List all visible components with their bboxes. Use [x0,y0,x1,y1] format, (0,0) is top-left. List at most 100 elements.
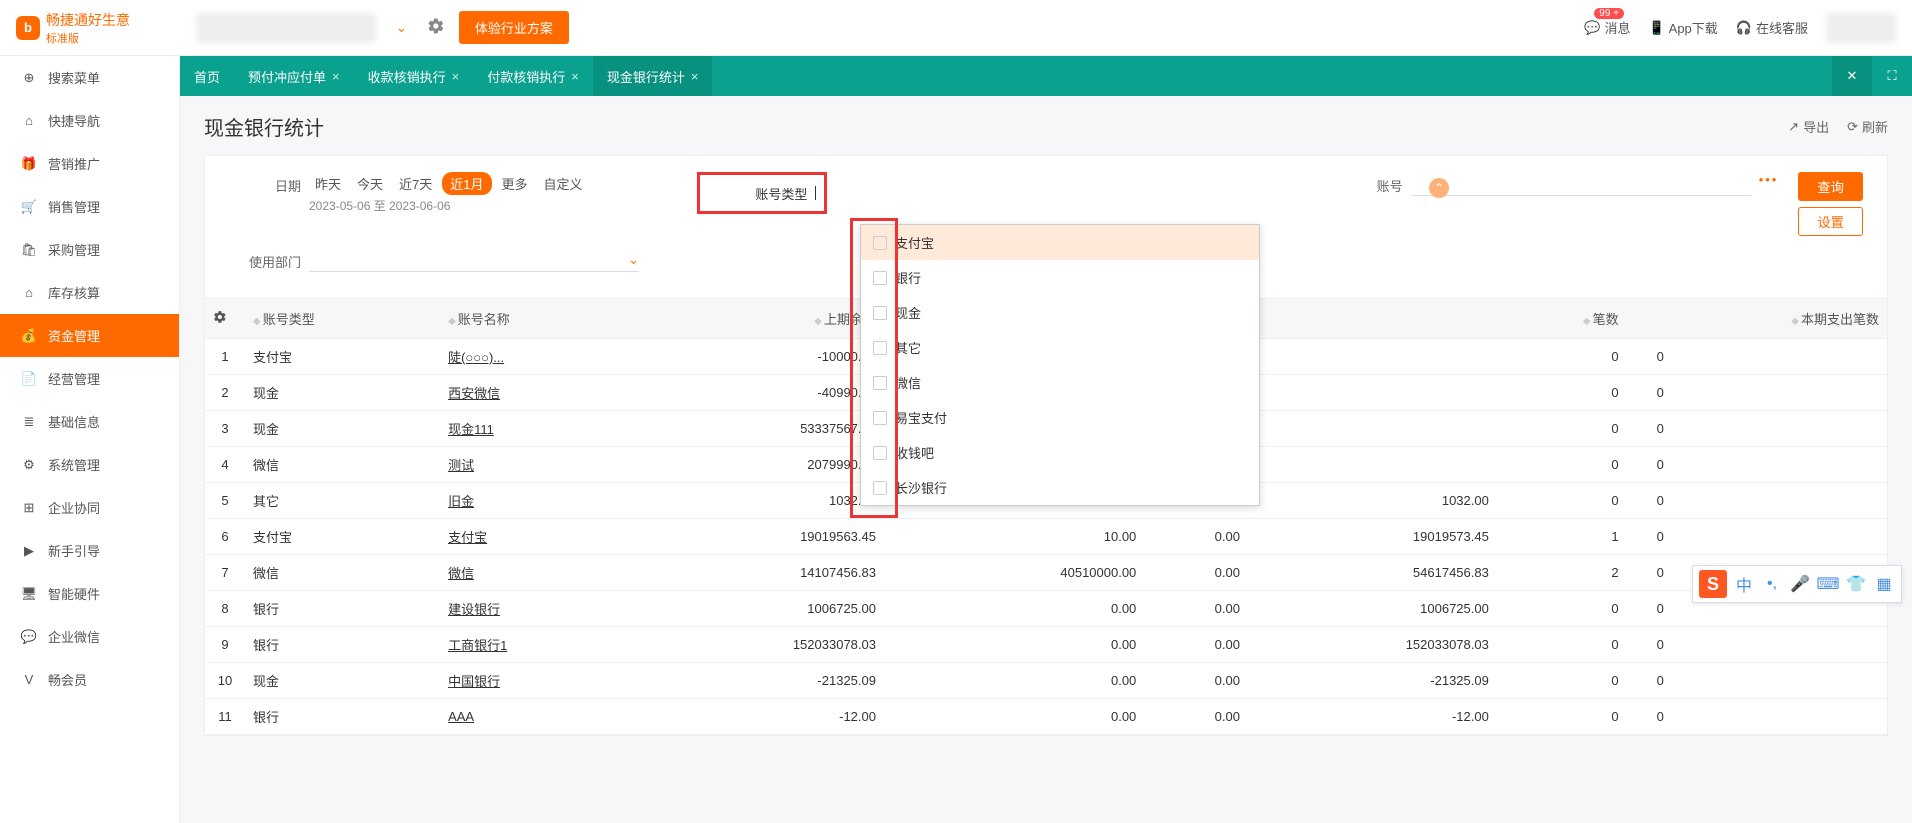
sidebar-item-home[interactable]: ⌂快捷导航 [0,99,179,142]
settings-button[interactable]: 设置 [1798,207,1863,236]
dropdown-item[interactable]: 支付宝 [861,225,1259,260]
app-download-link[interactable]: 📱 App下载 [1648,18,1717,37]
home-icon: ⌂ [20,112,38,130]
sidebar-item-org[interactable]: ⊞企业协同 [0,486,179,529]
tab[interactable]: 首页 [180,56,234,96]
close-icon[interactable]: × [691,69,699,84]
tab[interactable]: 现金银行统计× [593,56,713,96]
tab[interactable]: 预付冲应付单× [234,56,354,96]
dropdown-item[interactable]: 长沙银行 [861,470,1259,505]
refresh-button[interactable]: ⟳ 刷新 [1847,117,1888,136]
account-name-link[interactable]: 支付宝 [448,530,487,545]
ime-mic-icon[interactable]: 🎤 [1789,573,1811,595]
account-name-link[interactable]: AAA [448,709,474,724]
tab[interactable]: 收款核销执行× [354,56,474,96]
messages-badge: 99 + [1594,8,1624,19]
logo-title: 畅捷通好生意 [46,10,130,30]
dropdown-item[interactable]: 现金 [861,295,1259,330]
filter-date: 日期 昨天今天近7天近1月更多自定义 2023-05-06 至 2023-06-… [229,172,669,214]
user-avatar-blurred[interactable] [1826,13,1896,43]
ime-keyboard-icon[interactable]: ⌨ [1817,573,1839,595]
page-title: 现金银行统计 [204,112,324,141]
table-header[interactable] [1248,299,1497,339]
date-chip[interactable]: 近1月 [442,172,491,195]
ime-lang[interactable]: 中 [1733,573,1755,595]
checkbox[interactable] [873,411,887,425]
tab[interactable]: 付款核销执行× [473,56,593,96]
fullscreen-button[interactable]: ⛶ [1872,56,1912,96]
account-name-link[interactable]: 现金111 [448,422,494,437]
gear-icon[interactable] [427,17,445,38]
close-icon[interactable]: × [571,69,579,84]
query-button[interactable]: 查询 [1798,172,1863,201]
date-chip[interactable]: 近7天 [393,172,438,195]
table-header[interactable]: ◆本期支出笔数 [1627,299,1887,339]
sidebar-item-wx[interactable]: 💬企业微信 [0,615,179,658]
table-header[interactable]: ◆上期余额 [635,299,884,339]
checkbox[interactable] [873,271,887,285]
date-chip[interactable]: 今天 [351,172,389,195]
account-name-link[interactable]: 陡(○○○)... [448,350,504,365]
dropdown-item[interactable]: 银行 [861,260,1259,295]
filter-account: 账号 ••• [1149,172,1778,196]
checkbox[interactable] [873,306,887,320]
sidebar-item-hw[interactable]: 🖥智能硬件 [0,572,179,615]
sidebar-item-money[interactable]: 💰资金管理 [0,314,179,357]
sidebar-item-gift[interactable]: 🎁营销推广 [0,142,179,185]
date-chip[interactable]: 昨天 [309,172,347,195]
sidebar-item-box[interactable]: ⌂库存核算 [0,271,179,314]
export-button[interactable]: ↗ 导出 [1788,117,1829,136]
date-chip[interactable]: 更多 [496,172,534,195]
checkbox[interactable] [873,481,887,495]
sidebar-item-help[interactable]: ▶新手引导 [0,529,179,572]
sidebar-item-gear[interactable]: ⚙系统管理 [0,443,179,486]
close-icon[interactable]: × [332,69,340,84]
sidebar-item-bag[interactable]: 🛍采购管理 [0,228,179,271]
table-header[interactable]: ◆笔数 [1497,299,1627,339]
sidebar-item-cart[interactable]: 🛒销售管理 [0,185,179,228]
table-header[interactable]: ◆账号名称 [440,299,635,339]
account-name-link[interactable]: 微信 [448,566,474,581]
account-name-link[interactable]: 旧金 [448,494,474,509]
account-name-link[interactable]: 建设银行 [448,602,500,617]
sogou-icon[interactable]: S [1699,570,1727,598]
customer-service-link[interactable]: 🎧 在线客服 [1736,18,1808,37]
account-name-link[interactable]: 中国银行 [448,674,500,689]
account-type-input[interactable]: 账号类型 [697,172,827,214]
table-header[interactable]: ◆账号类型 [245,299,440,339]
ime-toolbar: S 中 •, 🎤 ⌨ 👕 ▦ [1692,565,1902,603]
more-dots-icon[interactable]: ••• [1759,172,1779,187]
account-name-link[interactable]: 工商银行1 [448,638,507,653]
account-input[interactable] [1411,172,1751,196]
checkbox[interactable] [873,236,887,250]
ime-punct-icon[interactable]: •, [1761,573,1783,595]
table-settings-gear[interactable] [205,299,245,339]
ime-tools-icon[interactable]: ▦ [1873,573,1895,595]
checkbox[interactable] [873,376,887,390]
account-name-link[interactable]: 测试 [448,458,474,473]
close-icon[interactable]: × [452,69,460,84]
department-input[interactable]: ⌄ [309,248,639,272]
dropdown-item[interactable]: 收钱吧 [861,435,1259,470]
vip-icon: V [20,671,38,689]
account-name-link[interactable]: 西安微信 [448,386,500,401]
promo-button[interactable]: 体验行业方案 [459,11,569,44]
filter-department: 使用部门 ⌄ [229,248,669,272]
sidebar-item-vip[interactable]: V畅会员 [0,658,179,701]
dropdown-item[interactable]: 微信 [861,365,1259,400]
sidebar-item-doc[interactable]: 📄经营管理 [0,357,179,400]
help-icon: ▶ [20,542,38,560]
checkbox[interactable] [873,341,887,355]
close-all-tabs-button[interactable]: ✕ [1832,56,1872,96]
sidebar-item-search[interactable]: ⊕搜索菜单 [0,56,179,99]
messages-link[interactable]: 💬 消息 99 + [1584,18,1630,37]
dropdown-item[interactable]: 易宝支付 [861,400,1259,435]
date-chip[interactable]: 自定义 [538,172,589,195]
collapse-up-icon[interactable]: ⌃ [1429,178,1449,198]
dropdown-item[interactable]: 其它 [861,330,1259,365]
sidebar-item-db[interactable]: ≣基础信息 [0,400,179,443]
table-row: 7微信微信14107456.8340510000.000.0054617456.… [205,555,1887,591]
checkbox[interactable] [873,446,887,460]
chevron-down-icon[interactable]: ⌄ [396,20,407,36]
ime-skin-icon[interactable]: 👕 [1845,573,1867,595]
